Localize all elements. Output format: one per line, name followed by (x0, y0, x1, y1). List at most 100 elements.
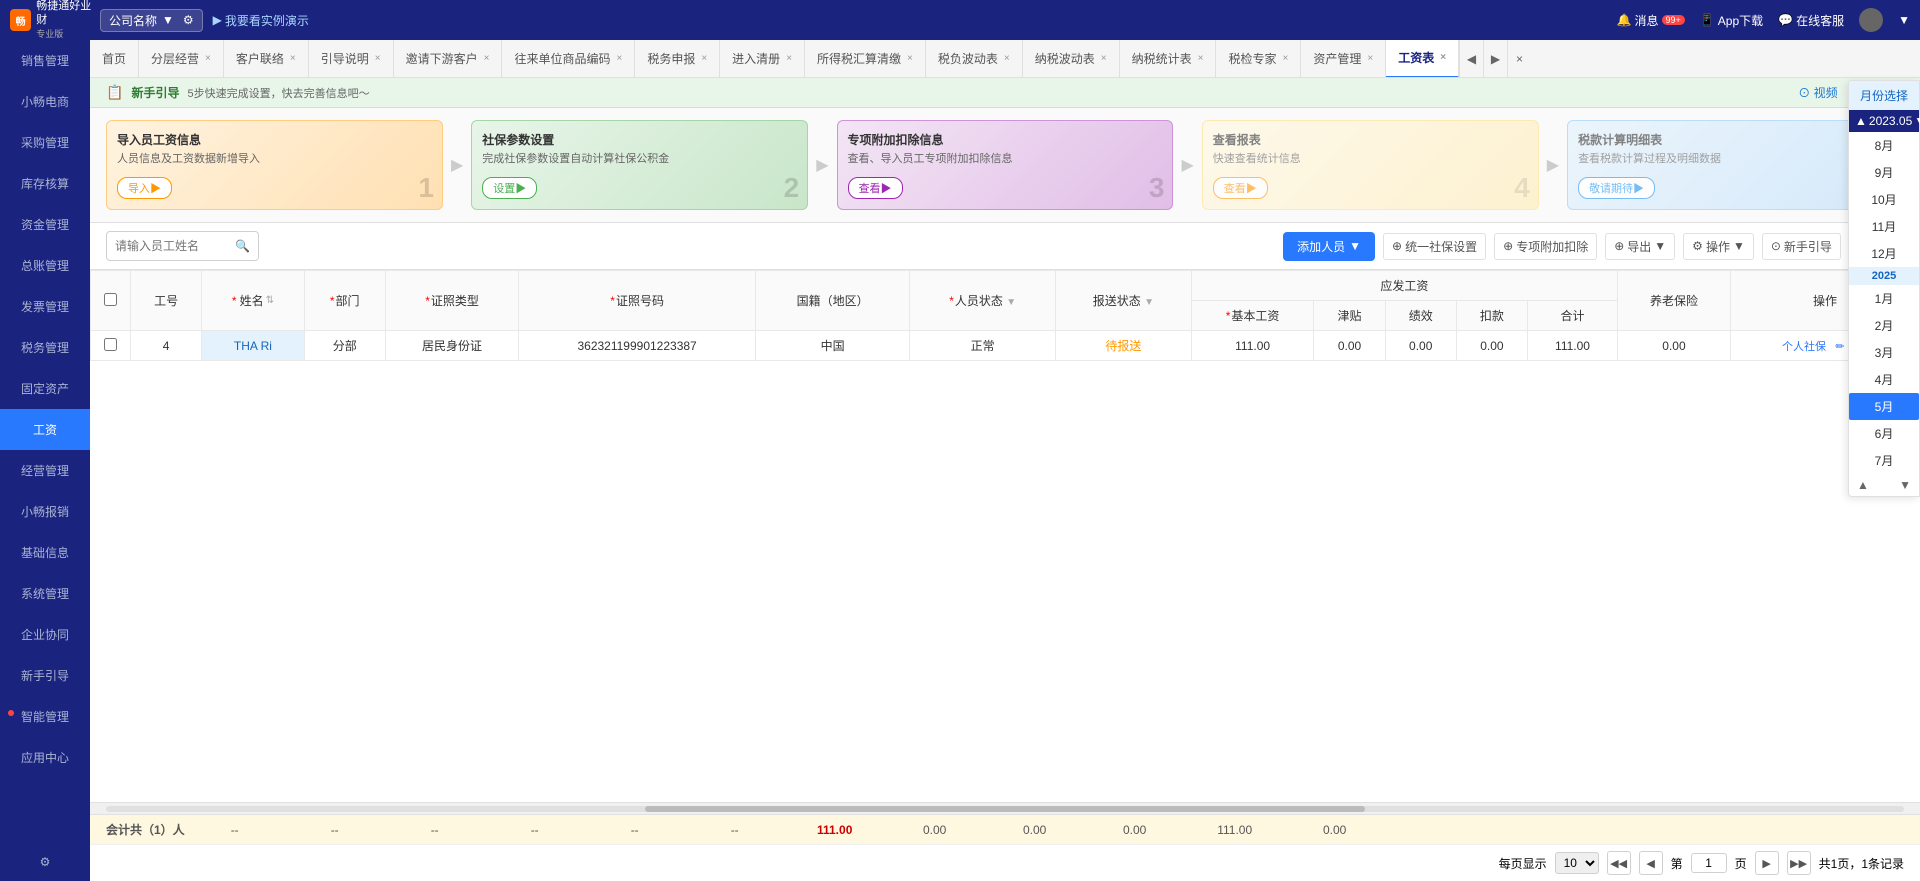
tab-close-burden[interactable]: × (1004, 53, 1010, 64)
tab-close-stats[interactable]: × (1198, 53, 1204, 64)
settings-icon[interactable]: ⚙ (183, 13, 194, 27)
month-11[interactable]: 11月 (1849, 213, 1919, 240)
tab-close-fluct[interactable]: × (1101, 53, 1107, 64)
tab-layered-ops[interactable]: 分层经营 × (139, 40, 224, 78)
tab-tax-report[interactable]: 税务申报 × (635, 40, 720, 78)
prev-page-btn[interactable]: ◀ (1639, 851, 1663, 875)
tab-close-customer[interactable]: × (290, 53, 296, 64)
sidebar-item-purchase[interactable]: 采购管理 (0, 122, 90, 163)
sidebar-item-finance[interactable]: 资金管理 (0, 204, 90, 245)
next-page-btn[interactable]: ▶ (1755, 851, 1779, 875)
new-guide-btn[interactable]: ⊙ 新手引导 (1762, 233, 1841, 260)
online-service-btn[interactable]: 💬 在线客服 (1778, 12, 1844, 29)
filter-status-icon[interactable]: ▼ (1006, 297, 1016, 308)
month-9[interactable]: 9月 (1849, 159, 1919, 186)
company-selector[interactable]: 公司名称 ▼ ⚙ (100, 9, 203, 32)
tab-tax-fluctuation[interactable]: 纳税波动表 × (1023, 40, 1120, 78)
guide-video-link[interactable]: ⊙ 视频 (1798, 84, 1837, 101)
tab-nav-right[interactable]: ▶ (1483, 40, 1507, 78)
year-next-btn[interactable]: ▼ (1912, 114, 1920, 128)
month-6[interactable]: 6月 (1849, 420, 1919, 447)
tab-product-code[interactable]: 往来单位商品编码 × (502, 40, 635, 78)
sidebar-item-basic-info[interactable]: 基础信息 (0, 532, 90, 573)
month-5[interactable]: 5月 (1849, 393, 1919, 420)
search-icon[interactable]: 🔍 (235, 239, 250, 253)
message-btn[interactable]: 🔔 消息 99+ (1617, 12, 1685, 29)
month-7[interactable]: 7月 (1849, 447, 1919, 474)
tab-close-product[interactable]: × (616, 53, 622, 64)
sidebar-item-ecommerce[interactable]: 小畅电商 (0, 81, 90, 122)
tab-close-all[interactable]: × (1507, 40, 1531, 78)
tab-tax-burden[interactable]: 税负波动表 × (926, 40, 1023, 78)
user-menu-btn[interactable]: ▼ (1898, 13, 1910, 27)
tab-tax-stats[interactable]: 纳税统计表 × (1120, 40, 1217, 78)
demo-link[interactable]: ▶ 我要看实例演示 (213, 12, 309, 29)
sidebar-item-app-center[interactable]: 应用中心 (0, 737, 90, 778)
tab-close-inv[interactable]: × (786, 53, 792, 64)
search-input[interactable] (115, 239, 235, 253)
tab-customer[interactable]: 客户联络 × (224, 40, 309, 78)
month-scroll-down[interactable]: ▼ (1899, 478, 1911, 492)
month-2[interactable]: 2月 (1849, 312, 1919, 339)
sidebar-item-tax[interactable]: 税务管理 (0, 327, 90, 368)
page-number-input[interactable] (1691, 853, 1727, 873)
filter-report-icon[interactable]: ▼ (1144, 297, 1154, 308)
tab-close-layered[interactable]: × (205, 53, 211, 64)
tab-nav-left[interactable]: ◀ (1459, 40, 1483, 78)
sort-name-icon[interactable]: ⇅ (266, 295, 274, 306)
month-10[interactable]: 10月 (1849, 186, 1919, 213)
tab-tax-expert[interactable]: 税检专家 × (1216, 40, 1301, 78)
add-special-btn[interactable]: ⊕ 专项附加扣除 (1494, 233, 1597, 260)
sidebar-item-fixed-asset[interactable]: 固定资产 (0, 368, 90, 409)
tab-close-asset[interactable]: × (1367, 53, 1373, 64)
horizontal-scrollbar[interactable] (106, 806, 1904, 812)
tab-asset[interactable]: 资产管理 × (1301, 40, 1386, 78)
sidebar-item-sales[interactable]: 销售管理 (0, 40, 90, 81)
unify-social-btn[interactable]: ⊕ 统一社保设置 (1383, 233, 1486, 260)
first-page-btn[interactable]: ◀◀ (1607, 851, 1631, 875)
sidebar-item-inventory[interactable]: 库存核算 (0, 163, 90, 204)
sidebar-item-operations[interactable]: 经营管理 (0, 450, 90, 491)
sidebar-item-system[interactable]: 系统管理 (0, 573, 90, 614)
sidebar-item-salary[interactable]: 工资 (0, 409, 90, 450)
tab-close-guide[interactable]: × (375, 53, 381, 64)
month-3[interactable]: 3月 (1849, 339, 1919, 366)
scrollbar-thumb[interactable] (645, 806, 1364, 812)
edit-icon[interactable]: ✏ (1835, 341, 1844, 353)
sidebar-item-invoice[interactable]: 发票管理 (0, 286, 90, 327)
month-1[interactable]: 1月 (1849, 285, 1919, 312)
personal-social-link[interactable]: 个人社保 (1782, 341, 1826, 353)
sidebar-item-ai[interactable]: 智能管理 (0, 696, 90, 737)
tab-inventory[interactable]: 进入清册 × (720, 40, 805, 78)
month-12[interactable]: 12月 (1849, 240, 1919, 267)
export-btn[interactable]: ⊕ 导出 ▼ (1605, 233, 1675, 260)
tab-home[interactable]: 首页 (90, 40, 139, 78)
step-4-btn[interactable]: 查看▶ (1213, 177, 1268, 199)
step-2-btn[interactable]: 设置▶ (482, 177, 537, 199)
tab-close-expert[interactable]: × (1282, 53, 1288, 64)
tab-close-tax[interactable]: × (701, 53, 707, 64)
year-prev-btn[interactable]: ▲ (1853, 114, 1869, 128)
row-select-checkbox[interactable] (104, 338, 117, 351)
month-panel-header[interactable]: 月份选择 (1849, 81, 1919, 110)
sidebar-item-guide[interactable]: 新手引导 (0, 655, 90, 696)
add-employee-btn[interactable]: 添加人员 ▼ (1283, 232, 1375, 261)
sidebar-item-enterprise[interactable]: 企业协同 (0, 614, 90, 655)
tab-close-salary[interactable]: × (1440, 52, 1446, 63)
month-8[interactable]: 8月 (1849, 132, 1919, 159)
tab-salary-table[interactable]: 工资表 × (1386, 40, 1459, 78)
operations-btn[interactable]: ⚙ 操作 ▼ (1683, 233, 1754, 260)
sidebar-settings-btn[interactable]: ⚙ (0, 843, 90, 881)
per-page-select[interactable]: 10 20 50 (1555, 852, 1599, 874)
step-5-btn[interactable]: 敬请期待▶ (1578, 177, 1655, 199)
tab-guide[interactable]: 引导说明 × (309, 40, 394, 78)
app-download-btn[interactable]: 📱 App下载 (1700, 12, 1763, 29)
step-3-btn[interactable]: 查看▶ (848, 177, 903, 199)
step-1-btn[interactable]: 导入▶ (117, 177, 172, 199)
tab-income-tax[interactable]: 所得税汇算清缴 × (805, 40, 926, 78)
month-scroll-up[interactable]: ▲ (1857, 478, 1869, 492)
month-4[interactable]: 4月 (1849, 366, 1919, 393)
tab-invite[interactable]: 邀请下游客户 × (394, 40, 503, 78)
tab-close-income[interactable]: × (907, 53, 913, 64)
sidebar-item-ledger[interactable]: 总账管理 (0, 245, 90, 286)
